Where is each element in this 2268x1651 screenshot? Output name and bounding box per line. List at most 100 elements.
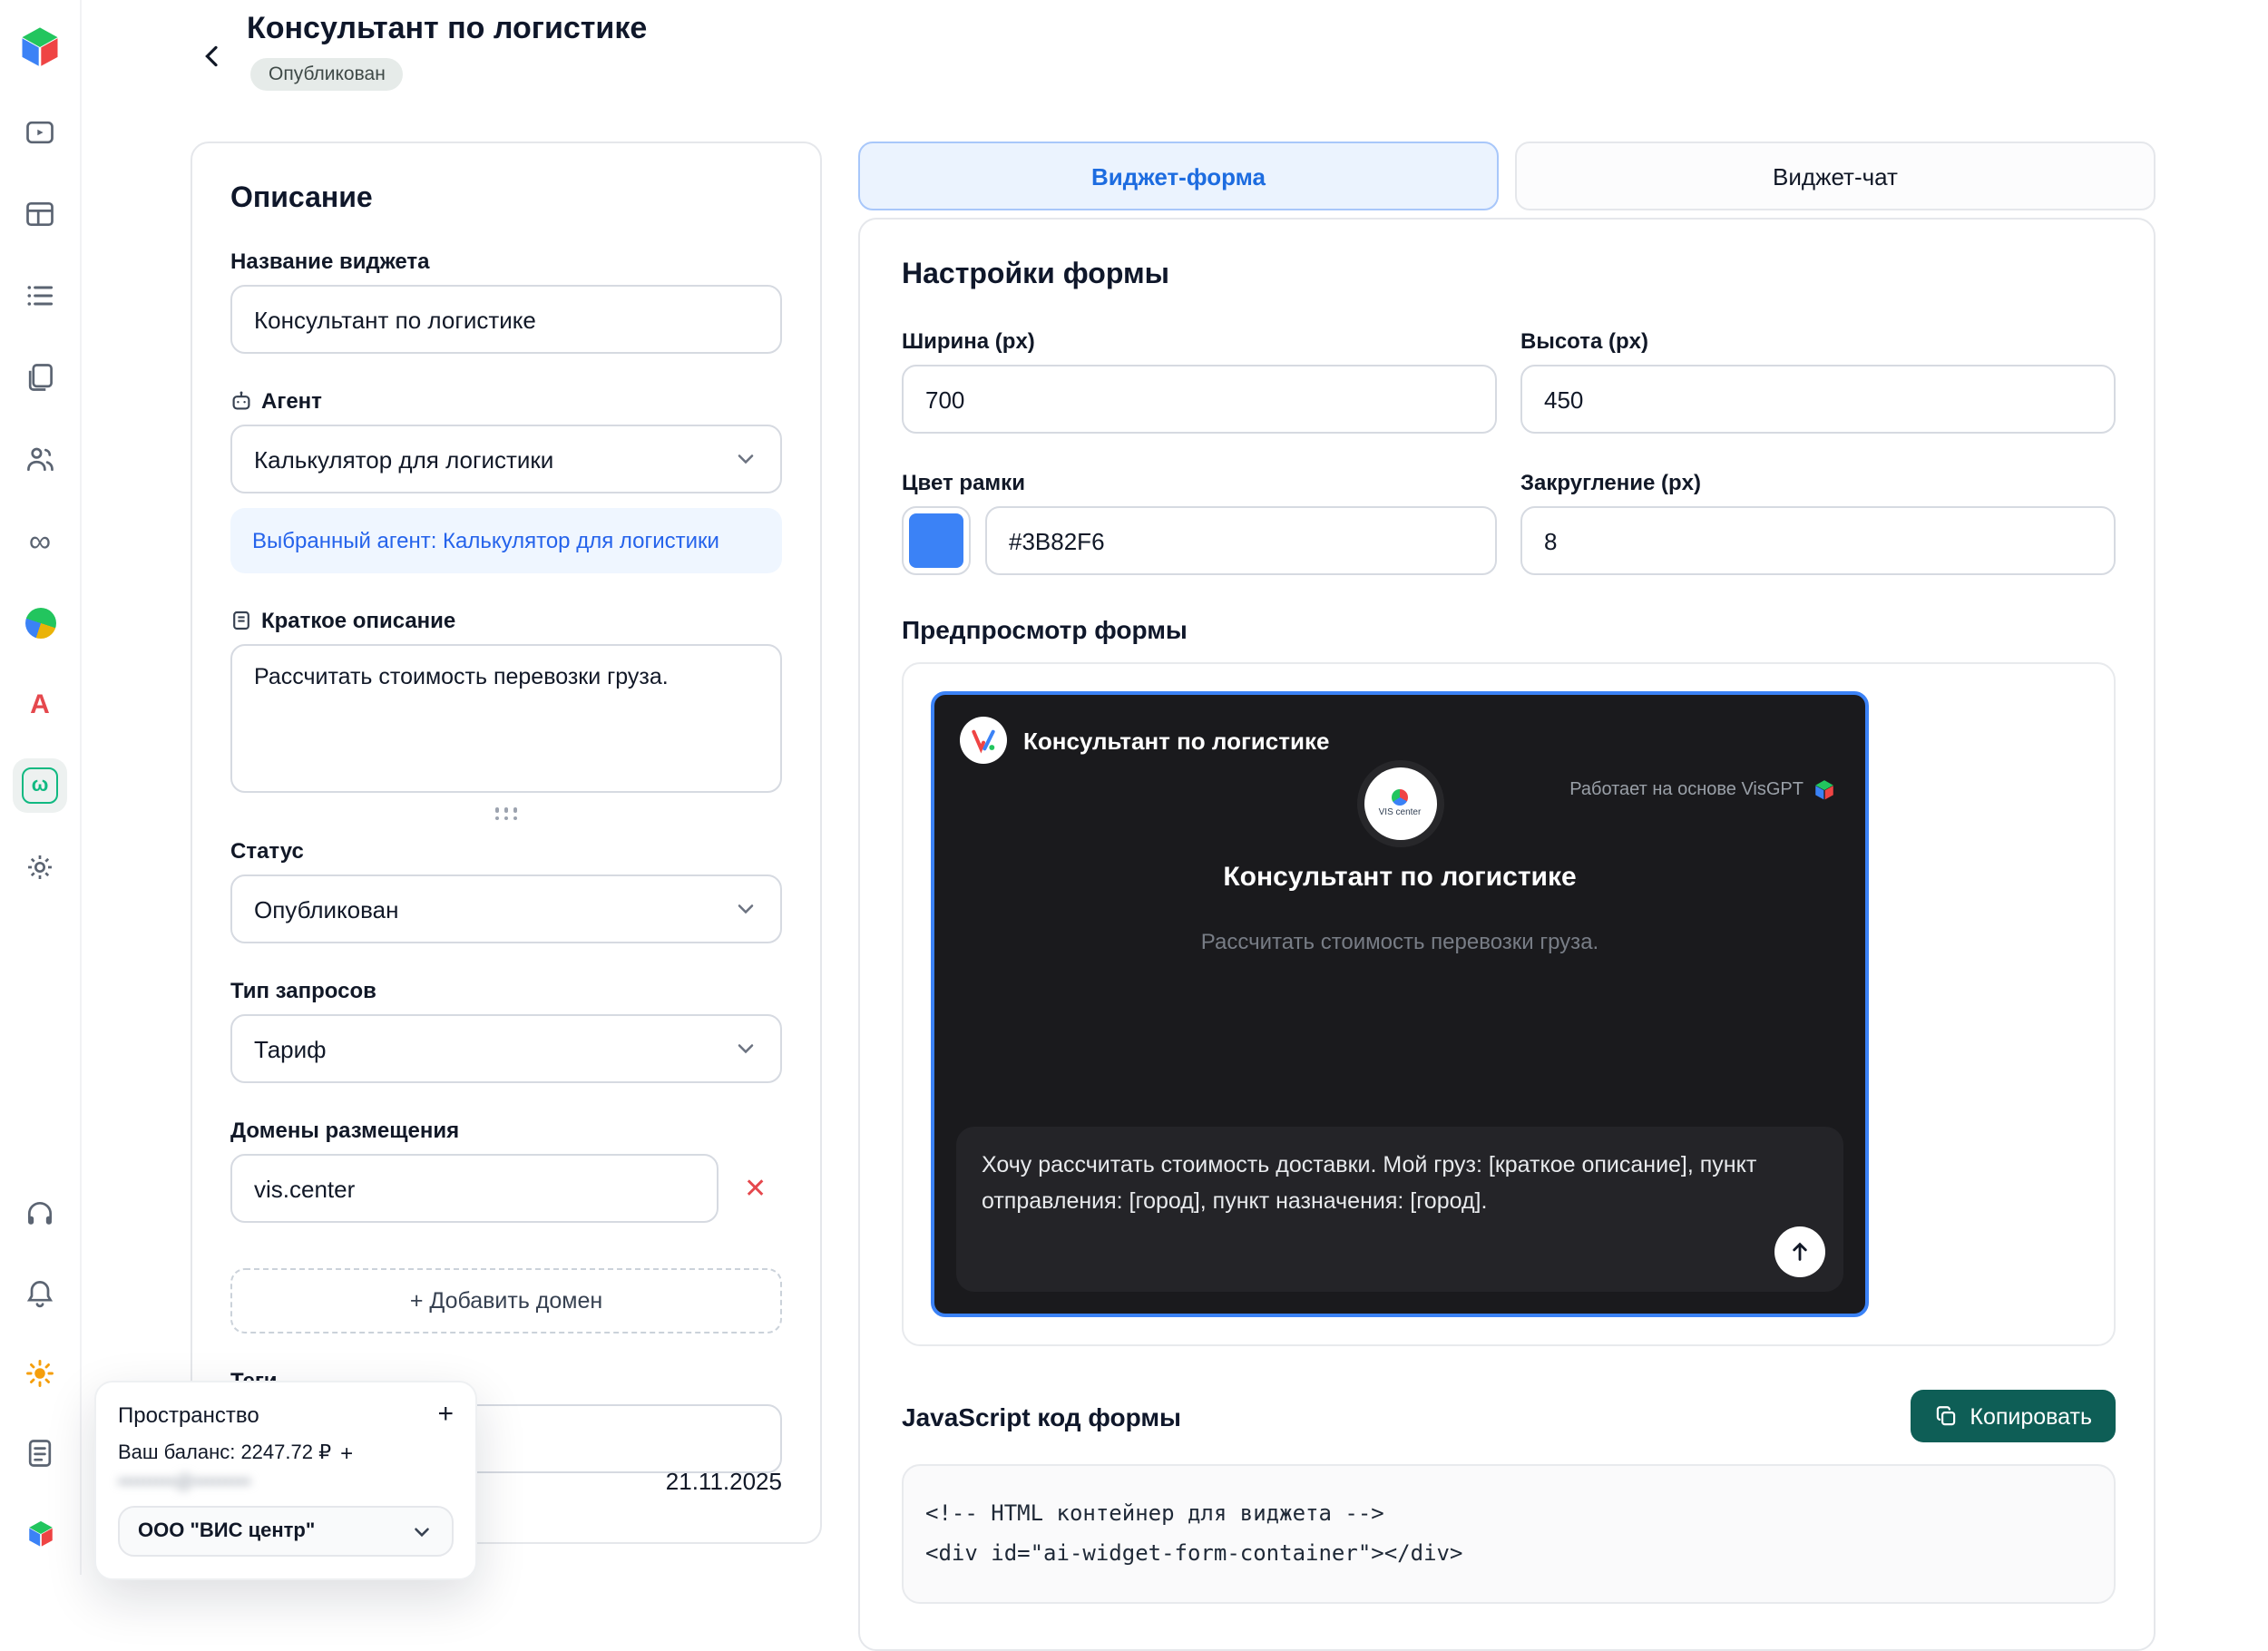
widget-preview-header: Консультант по логистике (960, 717, 1840, 764)
sidebar-item-settings[interactable] (13, 840, 67, 894)
form-settings-title: Настройки формы (902, 259, 1169, 290)
app-root: ∞ A ω Консультант по логистике Опубликов… (0, 0, 2268, 1651)
short-description-label: Краткое описание (230, 608, 782, 633)
close-icon: ✕ (744, 1173, 767, 1205)
sidebar-item-integrations[interactable]: ∞ (13, 513, 67, 568)
widget-preview-title: Консультант по логистике (1023, 727, 1330, 754)
space-popup: Пространство + Ваш баланс: 2247.72 ₽ + •… (94, 1381, 477, 1580)
copy-code-button[interactable]: Копировать (1910, 1390, 2116, 1442)
tab-widget-form[interactable]: Виджет-форма (858, 142, 1499, 210)
document-icon (28, 1440, 52, 1467)
widget-placeholder-text: Рассчитать стоимость перевозки груза. (1200, 929, 1599, 954)
width-field: Ширина (px) (902, 328, 1497, 434)
description-card: Описание Название виджета Агент Калькуля… (191, 142, 822, 1544)
users-icon (27, 447, 54, 472)
sidebar-bottom-nav (13, 1187, 67, 1560)
height-label: Высота (px) (1520, 328, 1648, 354)
page-header: Консультант по логистике Опубликован (80, 0, 2268, 127)
widget-tabs: Виджет-форма Виджет-чат (858, 142, 2156, 210)
remove-domain-button[interactable]: ✕ (744, 1175, 767, 1202)
sidebar-item-list[interactable] (13, 269, 67, 323)
top-up-balance-button[interactable]: + (340, 1441, 353, 1463)
sidebar-item-table[interactable] (13, 187, 67, 241)
preview-title: Предпросмотр формы (902, 615, 1188, 644)
sidebar-item-notifications[interactable] (13, 1266, 67, 1321)
form-settings-grid: Ширина (px) Высота (px) Цвет рамки Закру… (902, 328, 2116, 575)
copy-icon (1936, 1406, 1955, 1426)
sidebar-item-documents[interactable] (13, 350, 67, 405)
status-select[interactable]: Опубликован (230, 874, 782, 944)
back-button[interactable] (189, 33, 236, 80)
chevron-down-icon (738, 904, 754, 914)
sidebar-item-brand[interactable] (13, 1506, 67, 1560)
chevron-down-icon (738, 1044, 754, 1054)
tab-widget-chat[interactable]: Виджет-чат (1515, 142, 2156, 210)
space-popup-title: Пространство (118, 1402, 259, 1427)
table-icon (26, 201, 54, 227)
balance-text: Ваш баланс: 2247.72 ₽ (118, 1442, 332, 1464)
radius-input[interactable] (1520, 506, 2116, 575)
masked-email: •••••••••@••••••••• (118, 1473, 251, 1493)
send-button[interactable] (1774, 1226, 1825, 1277)
border-color-input[interactable] (985, 506, 1497, 575)
status-badge: Опубликован (250, 58, 404, 91)
description-card-title: Описание (230, 183, 373, 214)
agent-select[interactable]: Калькулятор для логистики (230, 425, 782, 493)
height-field: Высота (px) (1520, 328, 2116, 434)
chat-icon (26, 121, 54, 144)
sidebar-nav: ∞ A ω (13, 105, 67, 894)
widget-name-label: Название виджета (230, 249, 430, 274)
list-icon (27, 286, 54, 306)
domain-input[interactable] (230, 1154, 719, 1224)
arrow-up-icon (1793, 1242, 1807, 1261)
headphones-icon (27, 1202, 53, 1225)
chevron-down-icon (415, 1527, 429, 1537)
bell-icon (26, 1281, 54, 1308)
sidebar-item-theme[interactable] (13, 1346, 67, 1401)
widget-logo-icon (960, 717, 1007, 764)
organization-select[interactable]: ООО "ВИС центр" (118, 1506, 454, 1557)
short-description-textarea[interactable]: Рассчитать стоимость перевозки груза. (230, 644, 782, 794)
domain-row: ✕ (230, 1154, 782, 1224)
vis-center-avatar: VIS center (1364, 767, 1436, 840)
note-icon (230, 610, 252, 631)
app-logo-icon[interactable] (15, 22, 65, 73)
domains-label: Домены размещения (230, 1118, 460, 1144)
sidebar-item-support[interactable] (13, 1187, 67, 1241)
widget-name-input[interactable] (230, 285, 782, 354)
request-type-select-value: Тариф (254, 1035, 327, 1063)
width-input[interactable] (902, 365, 1497, 434)
powered-by: Работает на основе VisGPT (1569, 778, 1836, 802)
add-space-button[interactable]: + (437, 1401, 454, 1428)
agent-label: Агент (230, 388, 782, 414)
balance-row: Ваш баланс: 2247.72 ₽ + (118, 1441, 454, 1464)
add-domain-button[interactable]: + Добавить домен (230, 1268, 782, 1334)
radius-label: Закругление (px) (1520, 470, 1702, 495)
selected-agent-info: Выбранный агент: Калькулятор для логисти… (230, 508, 782, 574)
code-line-2: <div id="ai-widget-form-container"></div… (925, 1539, 1463, 1566)
widget-preview: Консультант по логистике Работает на осн… (931, 691, 1869, 1317)
widget-message-text: Хочу рассчитать стоимость доставки. Мой … (982, 1152, 1757, 1214)
color-swatch[interactable] (902, 506, 971, 575)
widget-message-input[interactable]: Хочу рассчитать стоимость доставки. Мой … (956, 1127, 1843, 1292)
widgets-icon: ω (22, 767, 58, 804)
request-type-select[interactable]: Тариф (230, 1014, 782, 1084)
js-code-block[interactable]: <!-- HTML контейнер для виджета --> <div… (902, 1464, 2116, 1605)
sun-icon (26, 1360, 54, 1387)
sidebar-item-fonts[interactable]: A (13, 677, 67, 731)
gear-icon (28, 855, 52, 879)
sidebar-item-chat[interactable] (13, 105, 67, 160)
sidebar-item-users[interactable] (13, 432, 67, 486)
sidebar-item-logs[interactable] (13, 1426, 67, 1480)
agent-bot-icon (230, 390, 252, 412)
apps-color-icon (24, 607, 55, 638)
radius-field: Закругление (px) (1520, 470, 2116, 575)
agent-select-value: Калькулятор для логистики (254, 445, 554, 473)
sidebar-item-widgets[interactable]: ω (13, 758, 67, 813)
resize-handle[interactable] (494, 807, 519, 821)
height-input[interactable] (1520, 365, 2116, 434)
sidebar-item-apps[interactable] (13, 595, 67, 650)
widget-center-title: Консультант по логистике (1223, 862, 1577, 893)
status-select-value: Опубликован (254, 895, 399, 923)
visgpt-logo-icon (22, 27, 58, 66)
